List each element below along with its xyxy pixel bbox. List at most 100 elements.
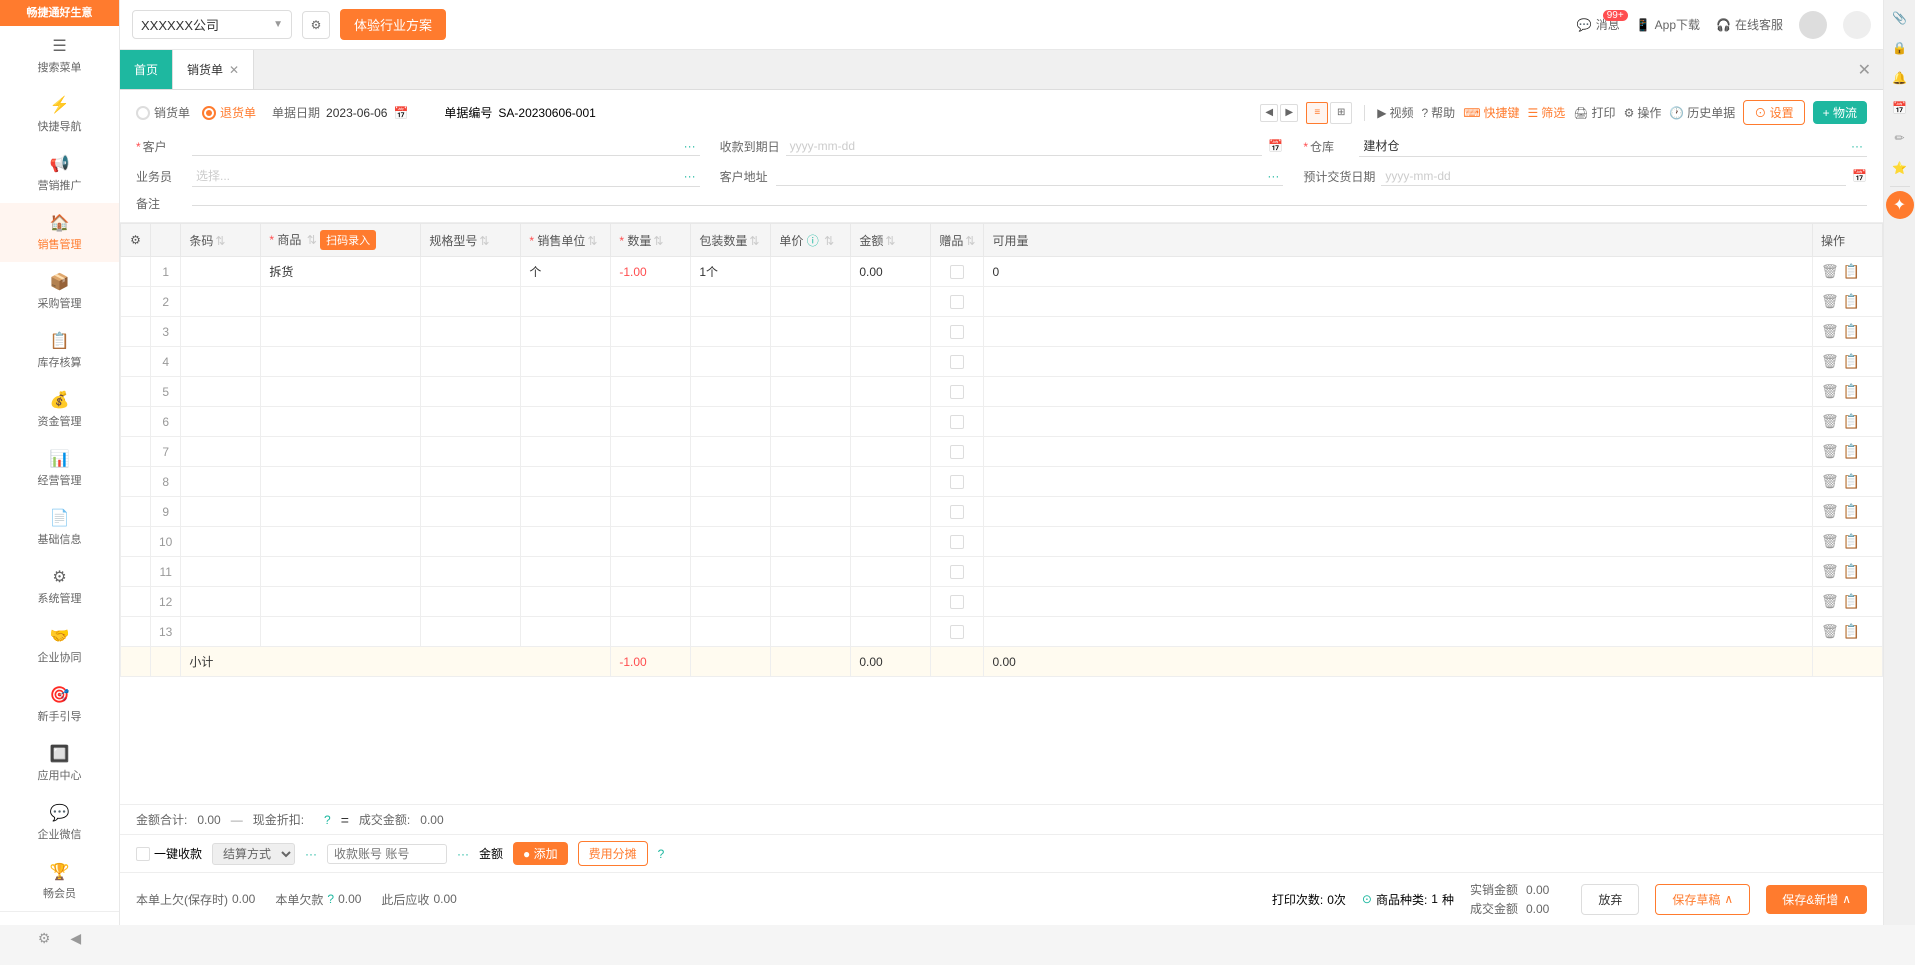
warehouse-dots[interactable]: ···: [1851, 139, 1863, 153]
delete-icon-2[interactable]: 🗑: [1821, 323, 1839, 340]
delete-icon-6[interactable]: 🗑: [1821, 443, 1839, 460]
cell-qty-4[interactable]: [611, 377, 691, 407]
cell-pkg-2[interactable]: [691, 317, 771, 347]
sidebar-item-search[interactable]: ☰ 搜索菜单: [0, 26, 119, 85]
cell-unit-1[interactable]: [521, 287, 611, 317]
cell-price-1[interactable]: [771, 287, 851, 317]
sidebar-item-purchase[interactable]: 📦 采购管理: [0, 262, 119, 321]
copy-icon-0[interactable]: 📋: [1843, 263, 1860, 280]
customer-input[interactable]: ···: [192, 137, 700, 156]
cell-unit-12[interactable]: [521, 617, 611, 647]
next-record-btn[interactable]: ▶: [1280, 104, 1298, 122]
cell-gift-6[interactable]: [931, 437, 984, 467]
sidebar-item-wechat[interactable]: 💬 企业微信: [0, 793, 119, 852]
address-input[interactable]: ···: [776, 167, 1284, 186]
list-view-btn[interactable]: ≡: [1306, 102, 1328, 124]
cell-pkg-10[interactable]: [691, 557, 771, 587]
delete-icon-5[interactable]: 🗑: [1821, 413, 1839, 430]
warehouse-input[interactable]: 建材仓 ···: [1359, 135, 1867, 157]
cell-qty-8[interactable]: [611, 497, 691, 527]
help-circle-icon[interactable]: ?: [324, 813, 331, 827]
product-kind-selector[interactable]: ⊙: [1362, 892, 1372, 906]
cell-spec-11[interactable]: [421, 587, 521, 617]
radio-return[interactable]: 退货单: [202, 104, 256, 121]
due-date-input[interactable]: yyyy-mm-dd: [786, 137, 1263, 156]
one-click-checkbox[interactable]: [136, 847, 150, 861]
add-payment-button[interactable]: ● 添加: [513, 842, 568, 865]
copy-icon-8[interactable]: 📋: [1843, 503, 1860, 520]
copy-icon-6[interactable]: 📋: [1843, 443, 1860, 460]
filter-btn[interactable]: ☰ 筛选: [1528, 104, 1566, 121]
expected-date-input[interactable]: yyyy-mm-dd: [1381, 167, 1846, 186]
cell-price-11[interactable]: [771, 587, 851, 617]
cell-qty-7[interactable]: [611, 467, 691, 497]
cell-product-2[interactable]: [261, 317, 421, 347]
operation-btn[interactable]: ⚙ 操作: [1624, 104, 1662, 121]
cell-spec-7[interactable]: [421, 467, 521, 497]
cell-amount-8[interactable]: [851, 497, 931, 527]
delete-icon-12[interactable]: 🗑: [1821, 623, 1839, 640]
cell-unit-5[interactable]: [521, 407, 611, 437]
cell-price-12[interactable]: [771, 617, 851, 647]
cell-qty-0[interactable]: -1.00: [611, 257, 691, 287]
cell-qty-1[interactable]: [611, 287, 691, 317]
cell-price-8[interactable]: [771, 497, 851, 527]
sidebar-item-finance[interactable]: 💰 资金管理: [0, 380, 119, 439]
calendar-icon[interactable]: 📅: [393, 106, 408, 120]
rt-lock-btn[interactable]: 🔒: [1886, 34, 1914, 62]
shortcut-btn[interactable]: ⌨ 快捷键: [1463, 104, 1519, 121]
grid-view-btn[interactable]: ⊞: [1330, 102, 1352, 124]
copy-icon-1[interactable]: 📋: [1843, 293, 1860, 310]
cell-barcode-11[interactable]: [181, 587, 261, 617]
cell-spec-8[interactable]: [421, 497, 521, 527]
tab-home[interactable]: 首页: [120, 50, 173, 89]
rt-edit-btn[interactable]: ✏: [1886, 124, 1914, 152]
cell-unit-11[interactable]: [521, 587, 611, 617]
cell-qty-5[interactable]: [611, 407, 691, 437]
cell-amount-12[interactable]: [851, 617, 931, 647]
history-btn[interactable]: 🕐 历史单据: [1669, 104, 1735, 121]
cell-price-2[interactable]: [771, 317, 851, 347]
cell-price-0[interactable]: [771, 257, 851, 287]
cell-pkg-12[interactable]: [691, 617, 771, 647]
cell-spec-1[interactable]: [421, 287, 521, 317]
cell-price-3[interactable]: [771, 347, 851, 377]
cell-gift-3[interactable]: [931, 347, 984, 377]
note-input[interactable]: [192, 201, 1867, 206]
cell-product-6[interactable]: [261, 437, 421, 467]
cell-amount-9[interactable]: [851, 527, 931, 557]
cell-spec-9[interactable]: [421, 527, 521, 557]
cell-gift-11[interactable]: [931, 587, 984, 617]
sidebar-item-member[interactable]: 🏆 畅会员: [0, 852, 119, 911]
cell-pkg-8[interactable]: [691, 497, 771, 527]
delete-icon-4[interactable]: 🗑: [1821, 383, 1839, 400]
cell-qty-3[interactable]: [611, 347, 691, 377]
cell-barcode-1[interactable]: [181, 287, 261, 317]
cell-pkg-3[interactable]: [691, 347, 771, 377]
cell-amount-0[interactable]: 0.00: [851, 257, 931, 287]
cell-qty-10[interactable]: [611, 557, 691, 587]
rt-orange-btn[interactable]: ✦: [1886, 191, 1914, 219]
discard-button[interactable]: 放弃: [1581, 884, 1639, 915]
account-dots[interactable]: ···: [457, 847, 469, 861]
cost-split-button[interactable]: 费用分摊: [578, 841, 648, 866]
cell-price-9[interactable]: [771, 527, 851, 557]
delete-icon-1[interactable]: 🗑: [1821, 293, 1839, 310]
copy-icon-11[interactable]: 📋: [1843, 593, 1860, 610]
delete-icon-8[interactable]: 🗑: [1821, 503, 1839, 520]
cell-gift-12[interactable]: [931, 617, 984, 647]
cell-pkg-1[interactable]: [691, 287, 771, 317]
topbar-gear-button[interactable]: ⚙: [302, 11, 330, 39]
copy-icon-9[interactable]: 📋: [1843, 533, 1860, 550]
sidebar-item-collab[interactable]: 🤝 企业协同: [0, 616, 119, 675]
copy-icon-4[interactable]: 📋: [1843, 383, 1860, 400]
sidebar-item-operations[interactable]: 📊 经营管理: [0, 439, 119, 498]
cell-amount-10[interactable]: [851, 557, 931, 587]
cell-amount-2[interactable]: [851, 317, 931, 347]
cell-unit-7[interactable]: [521, 467, 611, 497]
cell-spec-4[interactable]: [421, 377, 521, 407]
cell-product-0[interactable]: 拆货: [261, 257, 421, 287]
cell-product-4[interactable]: [261, 377, 421, 407]
cell-qty-12[interactable]: [611, 617, 691, 647]
cell-pkg-0[interactable]: 1个: [691, 257, 771, 287]
